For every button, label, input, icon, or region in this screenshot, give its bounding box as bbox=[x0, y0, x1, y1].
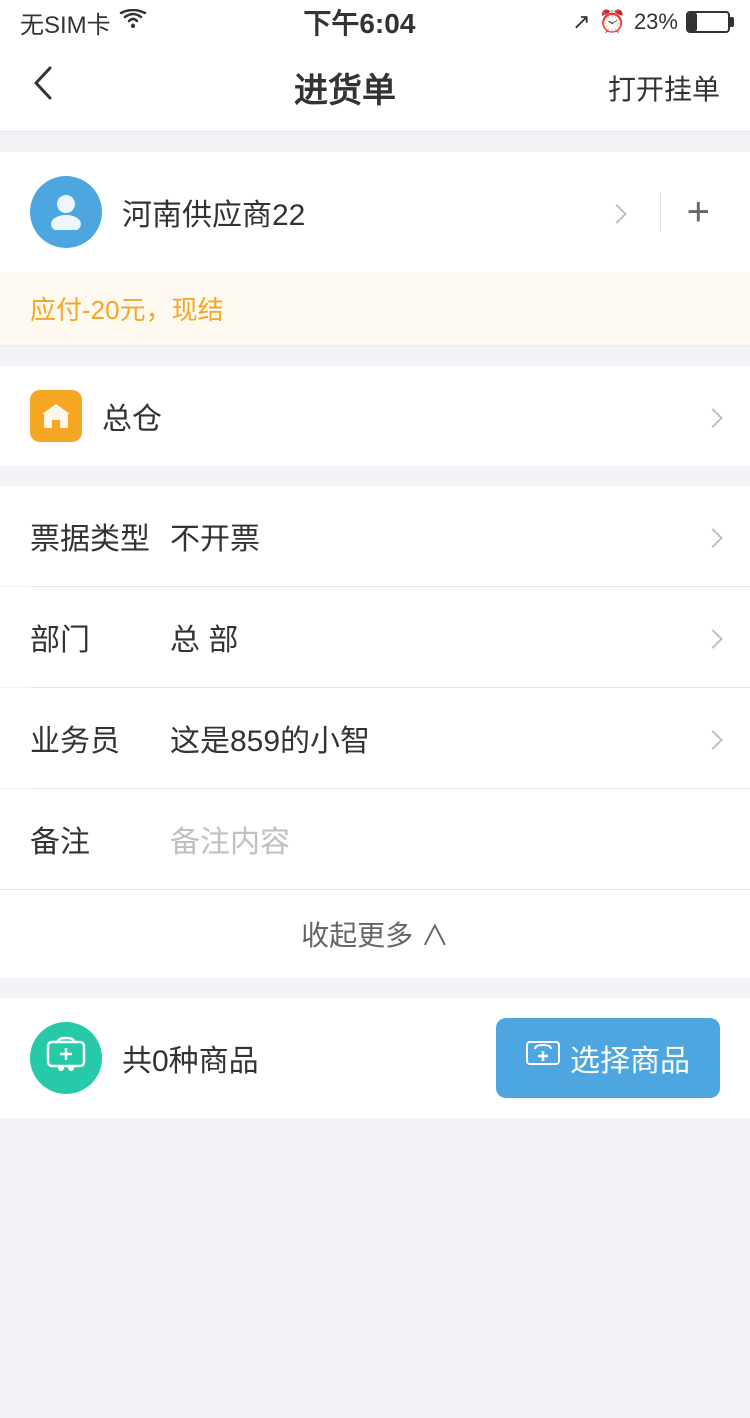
remark-input[interactable]: 备注内容 bbox=[170, 817, 720, 861]
select-product-label: 选择商品 bbox=[570, 1036, 690, 1080]
ticket-type-label: 票据类型 bbox=[30, 514, 160, 558]
remark-label: 备注 bbox=[30, 817, 160, 861]
battery-icon bbox=[686, 11, 730, 33]
product-count: 共0种商品 bbox=[122, 1036, 496, 1080]
warehouse-chevron bbox=[706, 400, 720, 432]
status-left: 无SIM卡 bbox=[20, 5, 147, 40]
page-title: 进货单 bbox=[90, 63, 600, 112]
warehouse-icon bbox=[30, 390, 82, 442]
department-value: 总 部 bbox=[170, 615, 706, 659]
section-gap-4 bbox=[0, 978, 750, 998]
bottom-bar: 共0种商品 选择商品 bbox=[0, 998, 750, 1118]
collapse-text: 收起更多 ∧ bbox=[301, 914, 449, 954]
warehouse-row[interactable]: 总仓 bbox=[0, 366, 750, 466]
department-row[interactable]: 部门 总 部 bbox=[0, 587, 750, 687]
supplier-avatar bbox=[30, 176, 102, 248]
salesperson-value: 这是859的小智 bbox=[170, 716, 706, 760]
notice-bar: 应付-20元，现结 bbox=[0, 272, 750, 346]
add-supplier-button[interactable]: + bbox=[677, 190, 720, 235]
battery-percent: 23% bbox=[634, 9, 678, 35]
select-product-icon bbox=[526, 1041, 560, 1076]
supplier-row[interactable]: 河南供应商22 + bbox=[0, 152, 750, 272]
supplier-divider bbox=[660, 192, 661, 232]
product-icon-wrap bbox=[30, 1022, 102, 1094]
location-icon: ↗ bbox=[572, 9, 590, 35]
salesperson-row[interactable]: 业务员 这是859的小智 bbox=[0, 688, 750, 788]
cart-icon bbox=[46, 1036, 86, 1081]
carrier-text: 无SIM卡 bbox=[20, 5, 111, 40]
ticket-type-row[interactable]: 票据类型 不开票 bbox=[0, 486, 750, 586]
avatar-icon bbox=[45, 188, 87, 237]
alarm-icon: ⏰ bbox=[599, 9, 626, 35]
ticket-type-chevron bbox=[706, 520, 720, 552]
collapse-row[interactable]: 收起更多 ∧ bbox=[0, 889, 750, 978]
salesperson-chevron bbox=[706, 722, 720, 754]
wifi-icon bbox=[119, 8, 147, 36]
section-gap-3 bbox=[0, 466, 750, 486]
supplier-name: 河南供应商22 bbox=[122, 190, 610, 234]
section-gap-2 bbox=[0, 346, 750, 366]
salesperson-label: 业务员 bbox=[30, 716, 160, 760]
ticket-type-value: 不开票 bbox=[170, 514, 706, 558]
department-label: 部门 bbox=[30, 615, 160, 659]
status-right: ↗ ⏰ 23% bbox=[572, 9, 730, 35]
department-chevron bbox=[706, 621, 720, 653]
status-time: 下午6:04 bbox=[303, 2, 415, 42]
open-pending-button[interactable]: 打开挂单 bbox=[600, 68, 720, 108]
status-bar: 无SIM卡 下午6:04 ↗ ⏰ 23% bbox=[0, 0, 750, 44]
back-button[interactable] bbox=[30, 64, 90, 111]
gray-fill-area bbox=[0, 1118, 750, 1418]
supplier-chevron bbox=[610, 196, 624, 228]
nav-bar: 进货单 打开挂单 bbox=[0, 44, 750, 132]
warehouse-name: 总仓 bbox=[102, 394, 696, 438]
remark-row[interactable]: 备注 备注内容 bbox=[0, 789, 750, 889]
select-product-button[interactable]: 选择商品 bbox=[496, 1018, 720, 1098]
section-gap-1 bbox=[0, 132, 750, 152]
